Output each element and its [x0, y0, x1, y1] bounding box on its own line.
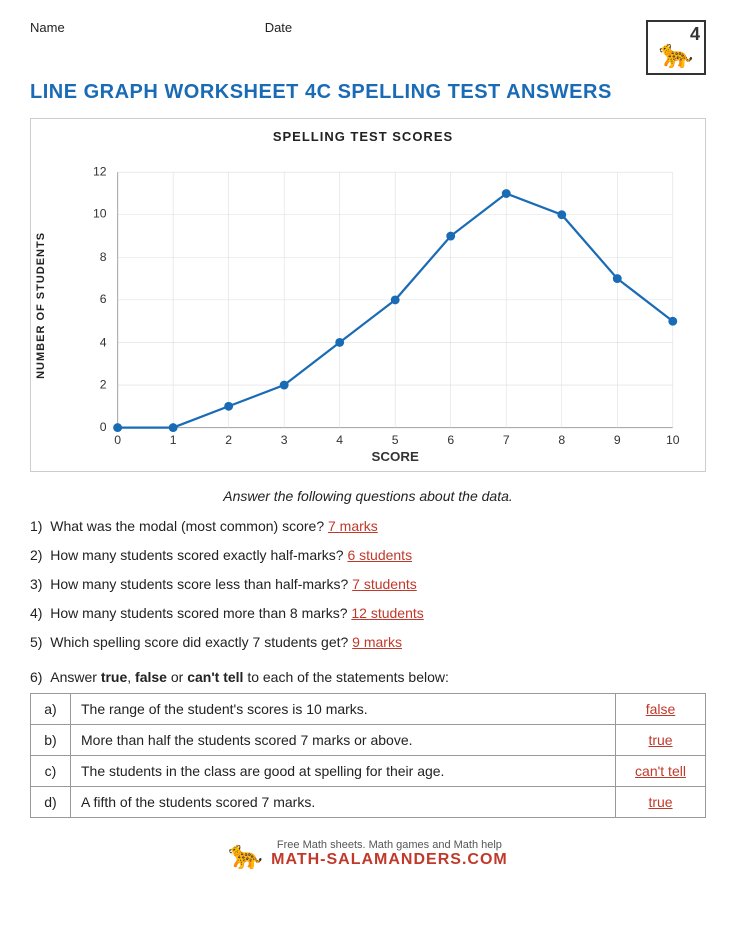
svg-text:SCORE: SCORE	[372, 449, 419, 461]
statement-row-b: b) More than half the students scored 7 …	[31, 724, 706, 755]
logo-number: 4	[690, 24, 700, 45]
statement-answer-b: true	[648, 732, 672, 748]
page-title: LINE GRAPH WORKSHEET 4C SPELLING TEST AN…	[30, 81, 706, 104]
statement-answer-d: true	[648, 794, 672, 810]
question-3: 3) How many students score less than hal…	[30, 574, 706, 595]
chart-title: SPELLING TEST SCORES	[31, 129, 695, 144]
chart-inner: 0 2 4 6 8 10 12 0 1 2 3 4 5 6 7 8 9 10	[51, 150, 695, 461]
svg-text:0: 0	[114, 433, 121, 447]
question-1: 1) What was the modal (most common) scor…	[30, 516, 706, 537]
svg-text:6: 6	[447, 433, 454, 447]
logo-animal-icon: 🐆	[659, 37, 694, 70]
q2-answer: 6 students	[347, 547, 412, 563]
q1-text: What was the modal (most common) score?	[50, 518, 324, 534]
instructions: Answer the following questions about the…	[30, 488, 706, 504]
statements-table: a) The range of the student's scores is …	[30, 693, 706, 818]
svg-text:9: 9	[614, 433, 621, 447]
footer: 🐆 Free Math sheets. Math games and Math …	[30, 838, 706, 871]
footer-logo-icon: 🐆	[228, 838, 263, 871]
footer-tagline: Free Math sheets. Math games and Math he…	[271, 839, 508, 851]
q5-number: 5)	[30, 634, 42, 650]
statement-answer-a: false	[646, 701, 676, 717]
svg-text:8: 8	[100, 250, 107, 264]
svg-text:4: 4	[336, 433, 343, 447]
q2-number: 2)	[30, 547, 42, 563]
q6-number: 6)	[30, 669, 42, 685]
statement-text-b: More than half the students scored 7 mar…	[71, 724, 616, 755]
statement-row-c: c) The students in the class are good at…	[31, 755, 706, 786]
svg-text:8: 8	[558, 433, 565, 447]
q6-intro: 6) Answer true, false or can't tell to e…	[30, 669, 706, 685]
chart-container: SPELLING TEST SCORES NUMBER OF STUDENTS	[30, 118, 706, 472]
svg-text:4: 4	[100, 336, 107, 350]
q3-text: How many students score less than half-m…	[50, 576, 348, 592]
chart-svg: 0 2 4 6 8 10 12 0 1 2 3 4 5 6 7 8 9 10	[51, 150, 695, 461]
q1-answer: 7 marks	[328, 518, 378, 534]
question-5: 5) Which spelling score did exactly 7 st…	[30, 632, 706, 653]
svg-text:0: 0	[100, 420, 107, 434]
q3-answer: 7 students	[352, 576, 417, 592]
statement-text-c: The students in the class are good at sp…	[71, 755, 616, 786]
statement-text-d: A fifth of the students scored 7 marks.	[71, 786, 616, 817]
svg-text:6: 6	[100, 292, 107, 306]
name-label: Name	[30, 20, 65, 35]
svg-text:3: 3	[281, 433, 288, 447]
y-axis-label: NUMBER OF STUDENTS	[31, 150, 51, 461]
q4-answer: 12 students	[351, 605, 423, 621]
statement-letter-b: b)	[31, 724, 71, 755]
svg-text:2: 2	[100, 378, 107, 392]
q6-true-keyword: true	[101, 669, 127, 685]
svg-text:7: 7	[503, 433, 510, 447]
statement-letter-d: d)	[31, 786, 71, 817]
q6-false-keyword: false	[135, 669, 167, 685]
statement-answer-c: can't tell	[635, 763, 686, 779]
statement-row-a: a) The range of the student's scores is …	[31, 693, 706, 724]
svg-text:12: 12	[93, 165, 107, 179]
q3-number: 3)	[30, 576, 42, 592]
svg-text:10: 10	[666, 433, 680, 447]
q2-text: How many students scored exactly half-ma…	[50, 547, 343, 563]
question-4: 4) How many students scored more than 8 …	[30, 603, 706, 624]
q1-number: 1)	[30, 518, 42, 534]
logo: 4 🐆	[646, 20, 706, 75]
question-2: 2) How many students scored exactly half…	[30, 545, 706, 566]
q5-answer: 9 marks	[352, 634, 402, 650]
q4-text: How many students scored more than 8 mar…	[50, 605, 347, 621]
svg-text:2: 2	[225, 433, 232, 447]
q5-text: Which spelling score did exactly 7 stude…	[50, 634, 348, 650]
svg-text:10: 10	[93, 207, 107, 221]
date-label: Date	[265, 20, 292, 35]
statement-row-d: d) A fifth of the students scored 7 mark…	[31, 786, 706, 817]
questions-list: 1) What was the modal (most common) scor…	[30, 516, 706, 653]
statement-text-a: The range of the student's scores is 10 …	[71, 693, 616, 724]
svg-text:1: 1	[170, 433, 177, 447]
q6-cant-tell-keyword: can't tell	[187, 669, 243, 685]
svg-text:5: 5	[392, 433, 399, 447]
footer-site: MATH-SALAMANDERS.COM	[271, 851, 508, 869]
statement-letter-c: c)	[31, 755, 71, 786]
statement-letter-a: a)	[31, 693, 71, 724]
q4-number: 4)	[30, 605, 42, 621]
